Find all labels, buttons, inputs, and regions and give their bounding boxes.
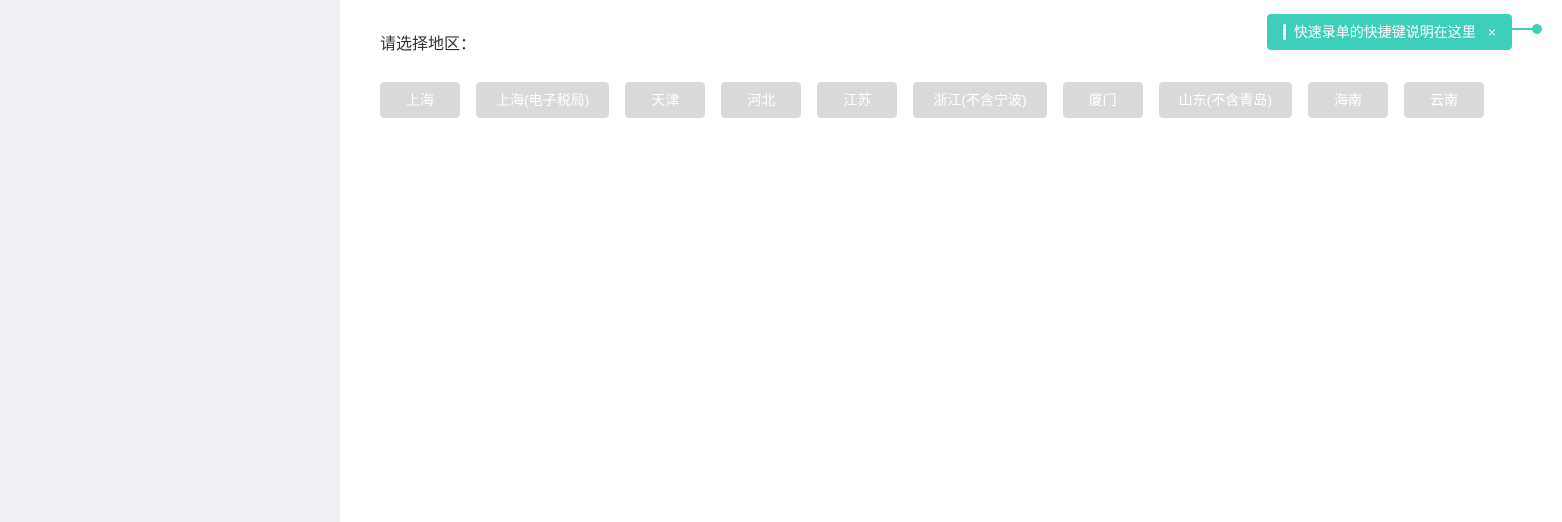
- tooltip-bar: 快速录单的快捷键说明在这里 ×: [1267, 14, 1512, 50]
- region-button-hainan[interactable]: 海南: [1308, 82, 1388, 118]
- main-content: 请选择地区： 上海上海(电子税局)天津河北江苏浙江(不含宁波)厦门山东(不含青岛…: [340, 0, 1562, 522]
- region-button-shanghai-etax[interactable]: 上海(电子税局): [476, 82, 609, 118]
- tooltip-connector: [1510, 28, 1532, 30]
- region-button-shandong[interactable]: 山东(不含青岛): [1159, 82, 1292, 118]
- tooltip-text: 快速录单的快捷键说明在这里: [1294, 22, 1476, 42]
- region-button-yunnan[interactable]: 云南: [1404, 82, 1484, 118]
- tooltip-close-button[interactable]: ×: [1488, 24, 1496, 40]
- tooltip-dot: [1532, 24, 1542, 34]
- region-button-jiangsu[interactable]: 江苏: [817, 82, 897, 118]
- sidebar: [0, 0, 340, 522]
- region-buttons-container: 上海上海(电子税局) 天津河北江苏浙江(不含宁波) 厦门山东(不含青岛) 海南云南: [380, 82, 1522, 118]
- tooltip-bar-accent: [1283, 24, 1286, 40]
- region-button-shanghai[interactable]: 上海: [380, 82, 460, 118]
- region-button-zhejiang[interactable]: 浙江(不含宁波): [913, 82, 1046, 118]
- region-button-hebei[interactable]: 河北: [721, 82, 801, 118]
- region-button-tianjin[interactable]: 天津: [625, 82, 705, 118]
- region-button-xiamen[interactable]: 厦门: [1063, 82, 1143, 118]
